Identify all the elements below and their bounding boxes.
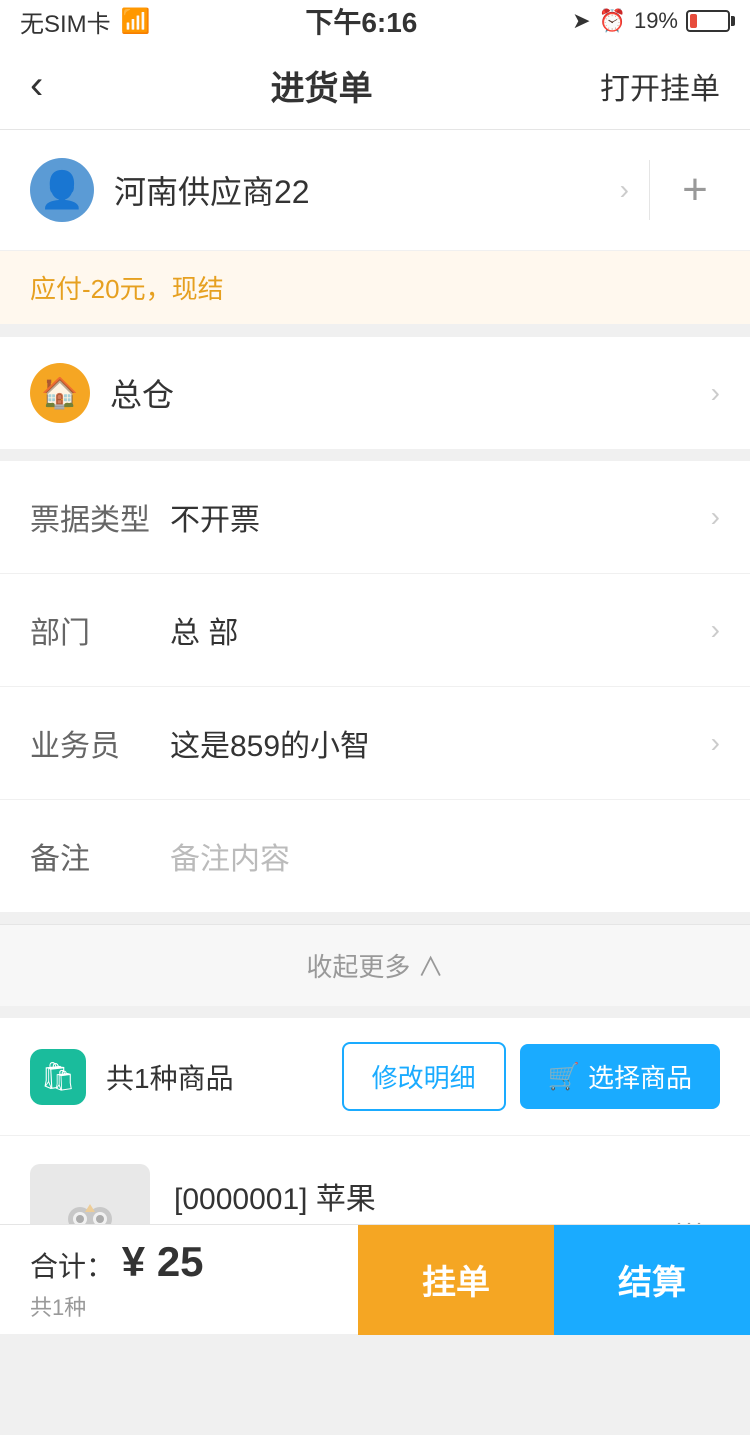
total-section: 合计： ¥ 25 共1种 <box>0 1238 358 1322</box>
total-sub: 共1种 <box>30 1290 328 1322</box>
supplier-name: 河南供应商22 <box>114 167 610 213</box>
supplier-avatar: 👤 <box>30 158 94 222</box>
ticket-type-chevron-icon: › <box>711 501 720 533</box>
supplier-section: 👤 河南供应商22 › + 应付-20元，现结 <box>0 130 750 325</box>
department-value: 总 部 <box>170 608 701 652</box>
vertical-divider <box>649 160 650 220</box>
warehouse-section[interactable]: 🏠 总仓 › <box>0 337 750 449</box>
product-header: 🛍 共1种商品 修改明细 🛒 选择商品 <box>0 1018 750 1136</box>
carrier-text: 无SIM卡 <box>20 4 111 39</box>
shopping-icon: 🛍 <box>40 1060 76 1093</box>
select-product-button[interactable]: 🛒 选择商品 <box>520 1044 720 1109</box>
location-icon: ➤ <box>572 8 590 34</box>
status-bar: 无SIM卡 📶 下午6:16 ➤ ⏰ 19% <box>0 0 750 42</box>
remark-row[interactable]: 备注 备注内容 <box>0 800 750 912</box>
collapse-label: 收起更多 ∧ <box>306 947 443 984</box>
total-label: 合计： <box>30 1251 114 1282</box>
alarm-icon: ⏰ <box>599 8 626 34</box>
ticket-type-label: 票据类型 <box>30 495 170 539</box>
supplier-chevron-icon: › <box>620 174 629 206</box>
cart-icon: 🛒 <box>548 1061 580 1092</box>
supplier-row[interactable]: 👤 河南供应商22 › + <box>0 130 750 251</box>
form-section: 票据类型 不开票 › 部门 总 部 › 业务员 这是859的小智 › 备注 备注… <box>0 461 750 912</box>
notice-banner: 应付-20元，现结 <box>0 251 750 325</box>
select-product-label: 选择商品 <box>588 1058 692 1095</box>
battery-icon <box>686 10 730 32</box>
warehouse-chevron-icon: › <box>711 377 720 409</box>
warehouse-icon: 🏠 <box>30 363 90 423</box>
open-pending-button[interactable]: 打开挂单 <box>600 64 720 108</box>
total-amount: ¥ 25 <box>122 1238 204 1285</box>
status-left: 无SIM卡 📶 <box>20 4 151 39</box>
add-supplier-button[interactable]: + <box>670 165 720 215</box>
nav-bar: ‹ 进货单 打开挂单 <box>0 42 750 130</box>
status-right: ➤ ⏰ 19% <box>572 8 730 34</box>
remark-input[interactable]: 备注内容 <box>170 834 720 878</box>
department-row[interactable]: 部门 总 部 › <box>0 574 750 687</box>
back-button[interactable]: ‹ <box>30 63 43 108</box>
ticket-type-value: 不开票 <box>170 495 701 539</box>
house-icon: 🏠 <box>41 376 78 411</box>
battery-text: 19% <box>634 8 678 34</box>
product-count-label: 共1种商品 <box>106 1057 342 1097</box>
bottom-bar: 合计： ¥ 25 共1种 挂单 结算 <box>0 1224 750 1334</box>
product-name: [0000001] 苹果 <box>174 1174 660 1218</box>
collapse-row[interactable]: 收起更多 ∧ <box>0 924 750 1006</box>
ticket-type-row[interactable]: 票据类型 不开票 › <box>0 461 750 574</box>
salesperson-value: 这是859的小智 <box>170 721 701 765</box>
total-row: 合计： ¥ 25 <box>30 1238 328 1286</box>
warehouse-row[interactable]: 🏠 总仓 › <box>0 337 750 449</box>
warehouse-name: 总仓 <box>110 370 701 416</box>
wifi-icon: 📶 <box>121 7 151 36</box>
salesperson-chevron-icon: › <box>711 727 720 759</box>
department-chevron-icon: › <box>711 614 720 646</box>
salesperson-row[interactable]: 业务员 这是859的小智 › <box>0 687 750 800</box>
department-label: 部门 <box>30 608 170 652</box>
edit-detail-button[interactable]: 修改明细 <box>342 1042 506 1111</box>
salesperson-label: 业务员 <box>30 721 170 765</box>
page-title: 进货单 <box>271 61 373 110</box>
remark-label: 备注 <box>30 834 170 878</box>
time-display: 下午6:16 <box>305 1 417 41</box>
person-icon: 👤 <box>40 169 85 211</box>
settle-button[interactable]: 结算 <box>554 1225 750 1335</box>
hang-order-button[interactable]: 挂单 <box>358 1225 554 1335</box>
product-section-icon: 🛍 <box>30 1049 86 1105</box>
